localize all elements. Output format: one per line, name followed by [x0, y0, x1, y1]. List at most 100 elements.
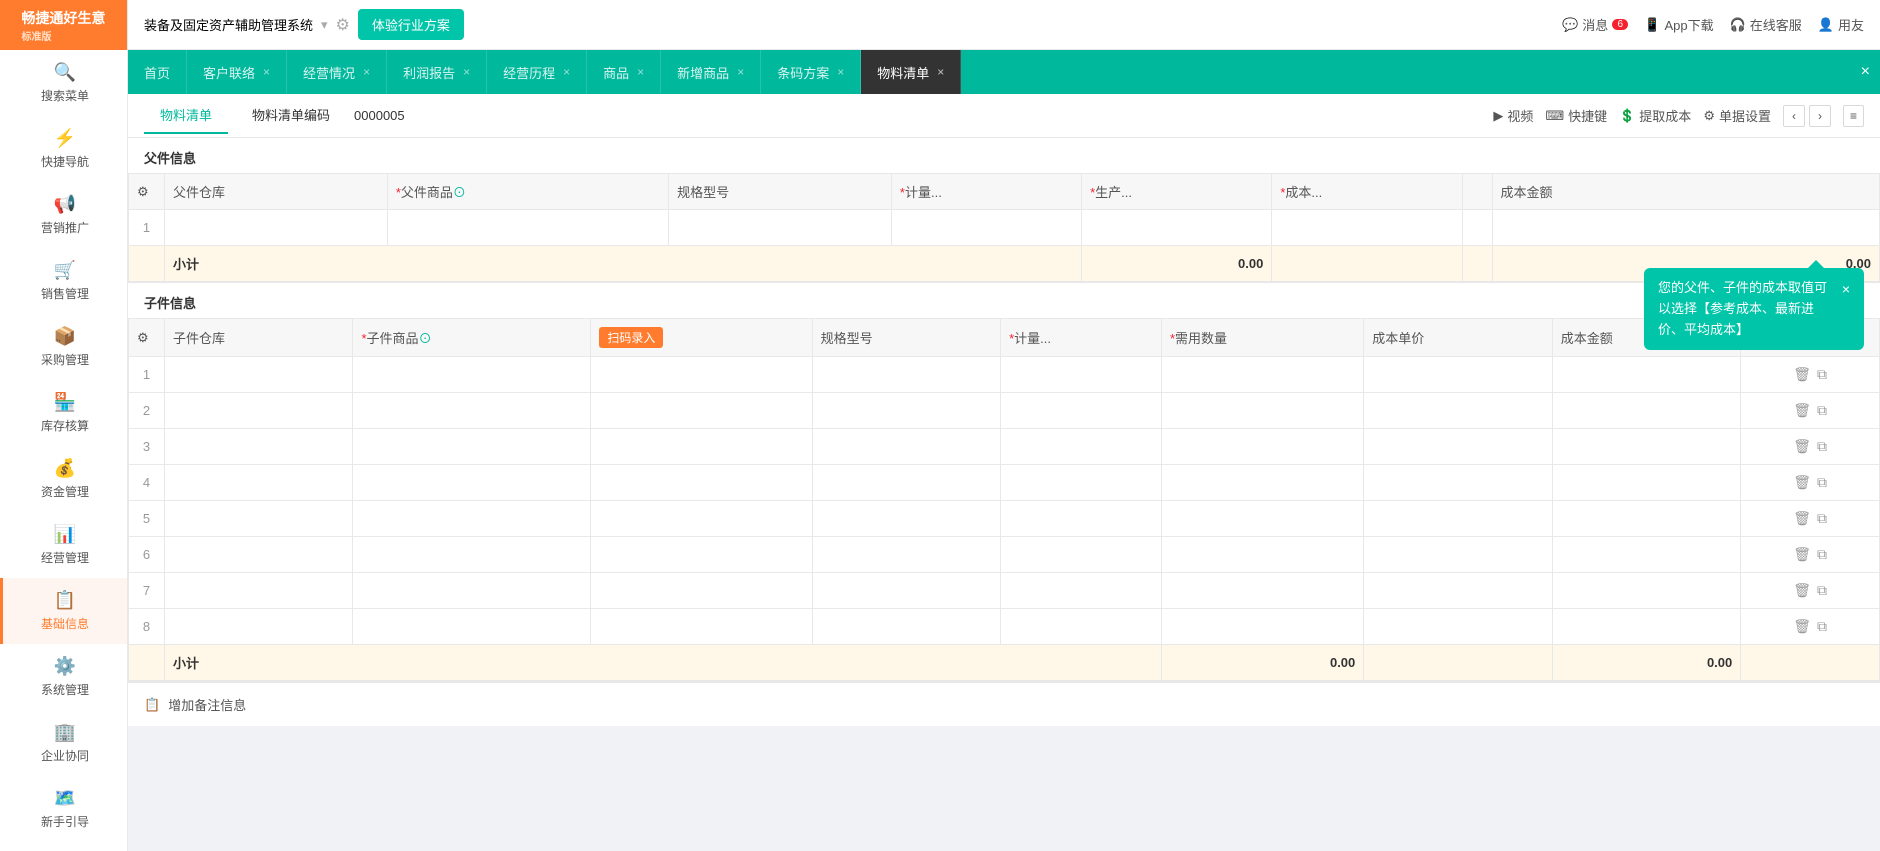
tab-new-goods[interactable]: 新增商品× — [661, 50, 761, 94]
child-row-8-warehouse[interactable] — [165, 609, 353, 645]
toolbar-tab-bom[interactable]: 物料清单 — [144, 97, 228, 134]
child-row-4-unit[interactable] — [1001, 465, 1162, 501]
child-row-7-warehouse[interactable] — [165, 573, 353, 609]
tab-goods[interactable]: 商品× — [587, 50, 661, 94]
sidebar-item-guide[interactable]: 🗺️ 新手引导 — [0, 776, 127, 842]
child-row-6-warehouse[interactable] — [165, 537, 353, 573]
parent-row-1-goods[interactable] — [387, 210, 668, 246]
tab-history[interactable]: 经营历程× — [487, 50, 587, 94]
copy-icon[interactable]: ⧉ — [1817, 402, 1827, 419]
delete-icon[interactable]: 🗑 — [1793, 402, 1811, 419]
tab-profit-close[interactable]: × — [463, 65, 470, 79]
child-row-8-goods[interactable] — [353, 609, 591, 645]
child-row-7-qty[interactable] — [1161, 573, 1363, 609]
child-row-1-qty[interactable] — [1161, 357, 1363, 393]
child-row-6-qty[interactable] — [1161, 537, 1363, 573]
user-btn[interactable]: 👤 用友 — [1818, 15, 1864, 34]
child-row-3-qty[interactable] — [1161, 429, 1363, 465]
sidebar-item-finance[interactable]: 💰 资金管理 — [0, 446, 127, 512]
copy-icon[interactable]: ⧉ — [1817, 366, 1827, 383]
child-row-8-spec[interactable] — [812, 609, 1000, 645]
child-row-1-warehouse[interactable] — [165, 357, 353, 393]
child-row-7-spec[interactable] — [812, 573, 1000, 609]
child-row-7-unit[interactable] — [1001, 573, 1162, 609]
child-row-4-spec[interactable] — [812, 465, 1000, 501]
delete-icon[interactable]: 🗑 — [1793, 582, 1811, 599]
nav-prev-btn[interactable]: ‹ — [1783, 105, 1805, 127]
child-row-8-qty[interactable] — [1161, 609, 1363, 645]
delete-icon[interactable]: 🗑 — [1793, 546, 1811, 563]
tab-barcode[interactable]: 条码方案× — [761, 50, 861, 94]
child-row-2-qty[interactable] — [1161, 393, 1363, 429]
copy-icon[interactable]: ⧉ — [1817, 438, 1827, 455]
child-row-1-unit[interactable] — [1001, 357, 1162, 393]
single-settings-btn[interactable]: ⚙ 单据设置 — [1703, 106, 1771, 125]
child-row-6-spec[interactable] — [812, 537, 1000, 573]
parent-row-1-unit[interactable] — [891, 210, 1081, 246]
child-row-3-spec[interactable] — [812, 429, 1000, 465]
nav-global-close[interactable]: × — [1851, 50, 1880, 94]
child-row-5-unit-cost[interactable] — [1364, 501, 1552, 537]
tab-bom[interactable]: 物料清单× — [861, 50, 961, 94]
child-row-1-goods[interactable] — [353, 357, 591, 393]
grid-view-btn[interactable]: ≡ — [1843, 105, 1864, 127]
sidebar-item-enterprise[interactable]: 🏢 企业协同 — [0, 710, 127, 776]
delete-icon[interactable]: 🗑 — [1793, 366, 1811, 383]
child-row-4-goods[interactable] — [353, 465, 591, 501]
sidebar-item-operation[interactable]: 📊 经营管理 — [0, 512, 127, 578]
delete-icon[interactable]: 🗑 — [1793, 474, 1811, 491]
child-row-2-goods[interactable] — [353, 393, 591, 429]
child-row-5-spec[interactable] — [812, 501, 1000, 537]
tooltip-close-btn[interactable]: × — [1842, 278, 1850, 300]
copy-icon[interactable]: ⧉ — [1817, 582, 1827, 599]
child-row-6-goods[interactable] — [353, 537, 591, 573]
child-row-3-warehouse[interactable] — [165, 429, 353, 465]
sidebar-item-search[interactable]: 🔍 搜索菜单 — [0, 50, 127, 116]
app-download-btn[interactable]: 📱 App下载 — [1644, 15, 1713, 34]
tab-barcode-close[interactable]: × — [837, 65, 844, 79]
tab-operation-status-close[interactable]: × — [363, 65, 370, 79]
child-row-1-spec[interactable] — [812, 357, 1000, 393]
child-row-8-unit[interactable] — [1001, 609, 1162, 645]
copy-icon[interactable]: ⧉ — [1817, 474, 1827, 491]
parent-row-1-produce[interactable] — [1082, 210, 1272, 246]
parent-row-1-spec[interactable] — [669, 210, 892, 246]
child-row-4-warehouse[interactable] — [165, 465, 353, 501]
delete-icon[interactable]: 🗑 — [1793, 438, 1811, 455]
copy-icon[interactable]: ⧉ — [1817, 546, 1827, 563]
nav-next-btn[interactable]: › — [1809, 105, 1831, 127]
tab-profit[interactable]: 利润报告× — [387, 50, 487, 94]
gear-icon[interactable]: ⚙ — [336, 15, 350, 35]
tab-history-close[interactable]: × — [563, 65, 570, 79]
child-row-2-spec[interactable] — [812, 393, 1000, 429]
sidebar-item-system[interactable]: ⚙️ 系统管理 — [0, 644, 127, 710]
parent-row-1-cost[interactable] — [1272, 210, 1462, 246]
child-row-7-goods[interactable] — [353, 573, 591, 609]
parent-col-settings[interactable]: ⚙ — [129, 174, 165, 210]
child-row-8-unit-cost[interactable] — [1364, 609, 1552, 645]
view-video-btn[interactable]: ▶ 视频 — [1493, 106, 1533, 125]
child-row-2-unit-cost[interactable] — [1364, 393, 1552, 429]
child-row-6-unit-cost[interactable] — [1364, 537, 1552, 573]
child-row-4-unit-cost[interactable] — [1364, 465, 1552, 501]
child-row-5-unit[interactable] — [1001, 501, 1162, 537]
sidebar-item-marketing[interactable]: 📢 营销推广 — [0, 182, 127, 248]
extract-cost-btn[interactable]: 💲 提取成本 — [1619, 106, 1691, 125]
sidebar-item-inventory[interactable]: 🏪 库存核算 — [0, 380, 127, 446]
child-col-settings[interactable]: ⚙ — [129, 319, 165, 357]
child-row-5-warehouse[interactable] — [165, 501, 353, 537]
child-row-4-qty[interactable] — [1161, 465, 1363, 501]
tab-customer-close[interactable]: × — [263, 65, 270, 79]
parent-row-1-warehouse[interactable] — [165, 210, 388, 246]
sidebar-item-sales[interactable]: 🛒 销售管理 — [0, 248, 127, 314]
copy-icon[interactable]: ⧉ — [1817, 510, 1827, 527]
child-row-3-unit-cost[interactable] — [1364, 429, 1552, 465]
child-row-5-goods[interactable] — [353, 501, 591, 537]
sidebar-item-quick-nav[interactable]: ⚡ 快捷导航 — [0, 116, 127, 182]
delete-icon[interactable]: 🗑 — [1793, 510, 1811, 527]
tab-goods-close[interactable]: × — [637, 65, 644, 79]
note-text[interactable]: 增加备注信息 — [168, 695, 246, 714]
copy-icon[interactable]: ⧉ — [1817, 618, 1827, 635]
dropdown-arrow-icon[interactable]: ▾ — [321, 17, 328, 33]
online-service-btn[interactable]: 🎧 在线客服 — [1730, 15, 1802, 34]
